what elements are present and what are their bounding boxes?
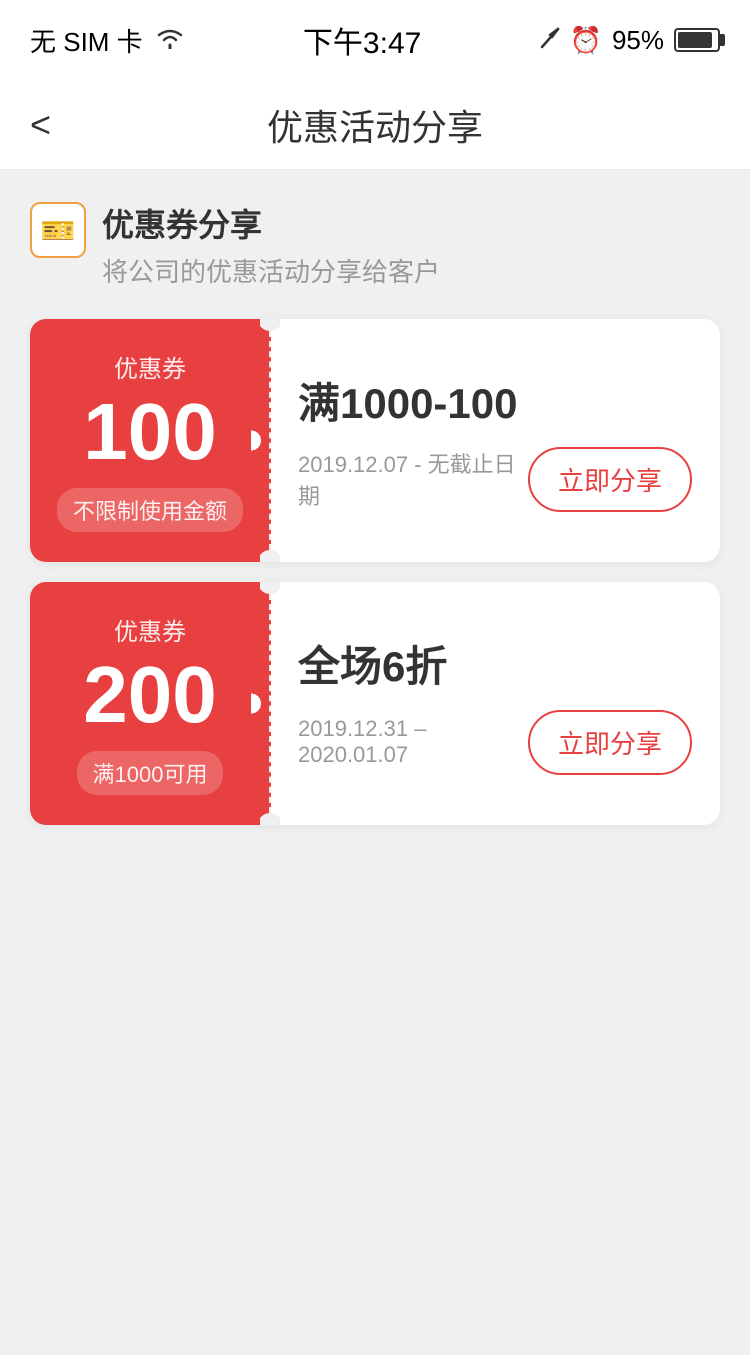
section-header: 🎫 优惠券分享 将公司的优惠活动分享给客户 <box>0 170 750 309</box>
battery-icon <box>674 28 720 52</box>
alarm-icon: ⏰ <box>570 25 602 56</box>
coupon-bottom-0: 2019.12.07 - 无截止日期 立即分享 <box>298 447 692 512</box>
coupon-name-0: 满1000-100 <box>298 370 692 431</box>
status-right: ⏰ 95% <box>540 25 720 56</box>
coupon-date-0: 2019.12.07 - 无截止日期 <box>298 447 518 511</box>
coupon-label-0: 优惠券 <box>114 349 186 384</box>
section-icon: 🎫 <box>30 202 86 258</box>
coupon-right-1: 全场6折 2019.12.31 – 2020.01.07 立即分享 <box>270 582 720 825</box>
page-title: 优惠活动分享 <box>267 99 483 151</box>
coupon-right-0: 满1000-100 2019.12.07 - 无截止日期 立即分享 <box>270 319 720 562</box>
section-text: 优惠券分享 将公司的优惠活动分享给客户 <box>102 200 440 289</box>
main-background <box>0 855 750 1355</box>
coupon-bottom-1: 2019.12.31 – 2020.01.07 立即分享 <box>298 710 692 775</box>
coupon-amount-0: 100 <box>83 392 216 472</box>
nav-bar: < 优惠活动分享 <box>0 80 750 170</box>
battery-percent: 95% <box>612 25 664 56</box>
carrier-text: 无 SIM 卡 <box>30 22 143 59</box>
coupon-name-1: 全场6折 <box>298 633 692 694</box>
coupon-date-1: 2019.12.31 – 2020.01.07 <box>298 716 518 768</box>
status-bar: 无 SIM 卡 下午3:47 ⏰ 95% <box>0 0 750 80</box>
location-icon <box>540 25 560 56</box>
coupon-condition-0: 不限制使用金额 <box>57 488 243 532</box>
coupon-left-0: 优惠券 100 不限制使用金额 <box>30 319 270 562</box>
share-button-1[interactable]: 立即分享 <box>528 710 692 775</box>
coupon-left-1: 优惠券 200 满1000可用 <box>30 582 270 825</box>
status-time: 下午3:47 <box>303 18 421 62</box>
coupon-label-1: 优惠券 <box>114 612 186 647</box>
share-button-0[interactable]: 立即分享 <box>528 447 692 512</box>
coupon-card: 优惠券 100 不限制使用金额 满1000-100 2019.12.07 - 无… <box>30 319 720 562</box>
coupon-card: 优惠券 200 满1000可用 全场6折 2019.12.31 – 2020.0… <box>30 582 720 825</box>
wifi-icon <box>155 25 185 56</box>
section-desc: 将公司的优惠活动分享给客户 <box>102 252 440 289</box>
section-title: 优惠券分享 <box>102 200 440 246</box>
coupon-amount-1: 200 <box>83 655 216 735</box>
back-button[interactable]: < <box>30 104 51 146</box>
coupon-list: 优惠券 100 不限制使用金额 满1000-100 2019.12.07 - 无… <box>0 309 750 855</box>
coupon-condition-1: 满1000可用 <box>77 751 224 795</box>
status-left: 无 SIM 卡 <box>30 22 185 59</box>
